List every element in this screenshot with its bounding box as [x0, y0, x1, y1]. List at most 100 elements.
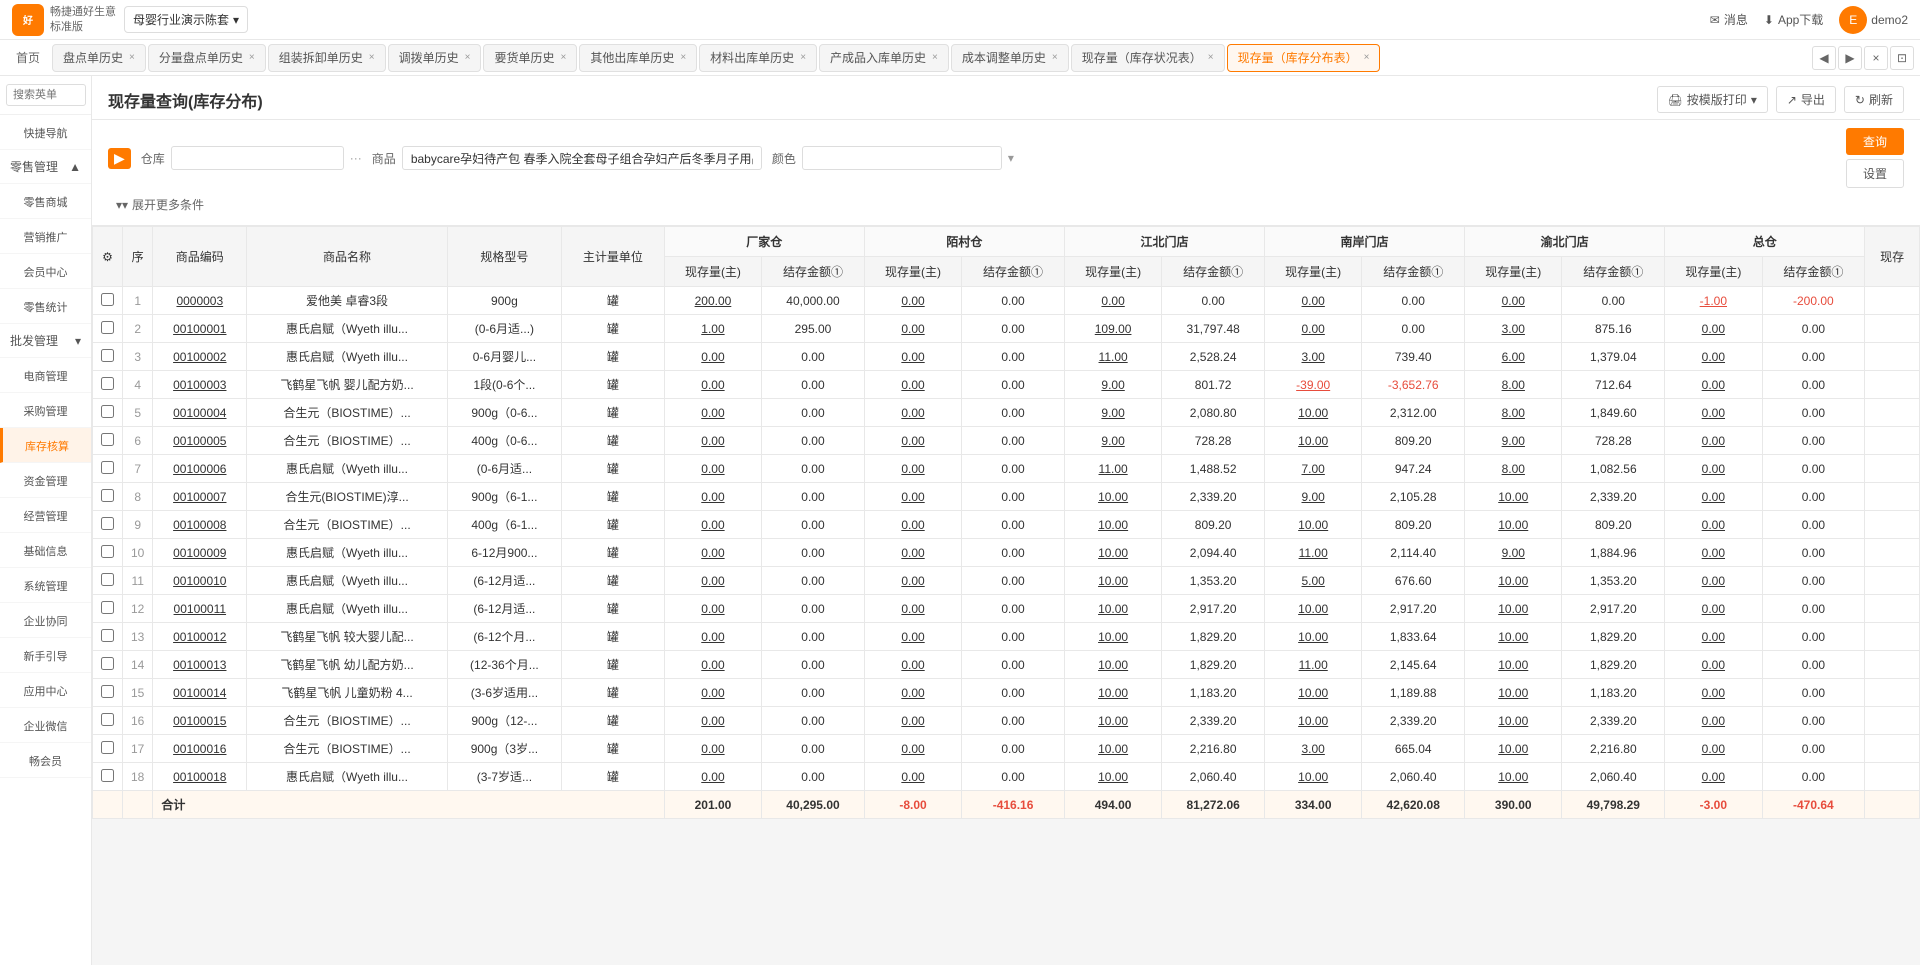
th-settings[interactable]: ⚙	[93, 227, 123, 287]
sidebar-item-appstore[interactable]: 应用中心	[0, 673, 91, 708]
cell-z-qty[interactable]: 0.00	[1665, 315, 1762, 343]
cell-f-qty[interactable]: 0.00	[664, 427, 761, 455]
cell-m-qty[interactable]: 0.00	[864, 427, 961, 455]
cell-m-qty[interactable]: 0.00	[864, 539, 961, 567]
cell-na-qty[interactable]: 7.00	[1265, 455, 1362, 483]
cell-na-qty[interactable]: 10.00	[1265, 763, 1362, 791]
tab-chanpin[interactable]: 产成品入库单历史 ×	[819, 44, 949, 72]
cell-jb-qty[interactable]: 11.00	[1064, 343, 1161, 371]
cell-yb-qty[interactable]: 10.00	[1465, 483, 1562, 511]
close-icon[interactable]: ×	[560, 52, 566, 63]
tab-chengben[interactable]: 成本调整单历史 ×	[951, 44, 1069, 72]
cell-jb-qty[interactable]: 10.00	[1064, 679, 1161, 707]
cell-na-qty[interactable]: 3.00	[1265, 343, 1362, 371]
tab-pandian[interactable]: 盘点单历史 ×	[52, 44, 146, 72]
cell-jb-qty[interactable]: 10.00	[1064, 511, 1161, 539]
tab-kucun-dist[interactable]: 现存量（库存分布表）×	[1227, 44, 1381, 72]
cell-z-qty[interactable]: 0.00	[1665, 511, 1762, 539]
cell-z-qty[interactable]: 0.00	[1665, 707, 1762, 735]
cell-check[interactable]	[93, 455, 123, 483]
sidebar-item-wholesale[interactable]: 批发管理 ▾	[0, 324, 91, 358]
cell-yb-qty[interactable]: 10.00	[1465, 595, 1562, 623]
cell-code[interactable]: 00100012	[153, 623, 247, 651]
cell-na-qty[interactable]: 11.00	[1265, 651, 1362, 679]
cell-z-qty[interactable]: 0.00	[1665, 539, 1762, 567]
tab-cailiao[interactable]: 材料出库单历史 ×	[699, 44, 817, 72]
cell-na-qty[interactable]: 0.00	[1265, 315, 1362, 343]
query-btn[interactable]: 查询	[1846, 128, 1904, 155]
sidebar-item-operation[interactable]: 经营管理	[0, 498, 91, 533]
cell-check[interactable]	[93, 651, 123, 679]
cell-na-qty[interactable]: 10.00	[1265, 427, 1362, 455]
close-icon[interactable]: ×	[369, 52, 375, 63]
cell-f-qty[interactable]: 0.00	[664, 455, 761, 483]
cell-check[interactable]	[93, 623, 123, 651]
cell-f-qty[interactable]: 0.00	[664, 707, 761, 735]
sidebar-item-purchase[interactable]: 采购管理	[0, 393, 91, 428]
sidebar-item-basic[interactable]: 基础信息	[0, 533, 91, 568]
cell-yb-qty[interactable]: 10.00	[1465, 623, 1562, 651]
cell-check[interactable]	[93, 483, 123, 511]
cell-check[interactable]	[93, 735, 123, 763]
close-icon[interactable]: ×	[1364, 52, 1370, 63]
sidebar-item-retail[interactable]: 零售管理 ▲	[0, 150, 91, 184]
cell-check[interactable]	[93, 511, 123, 539]
warehouse-input[interactable]	[171, 146, 344, 170]
cell-code[interactable]: 00100006	[153, 455, 247, 483]
cell-yb-qty[interactable]: 3.00	[1465, 315, 1562, 343]
cell-jb-qty[interactable]: 10.00	[1064, 707, 1161, 735]
cell-check[interactable]	[93, 679, 123, 707]
cell-na-qty[interactable]: 10.00	[1265, 399, 1362, 427]
cell-yb-qty[interactable]: 10.00	[1465, 511, 1562, 539]
tab-next-btn[interactable]: ▶	[1838, 46, 1862, 70]
close-icon[interactable]: ×	[465, 52, 471, 63]
expand-conditions-btn[interactable]: ▾▾ 展开更多条件	[108, 192, 1904, 217]
cell-f-qty[interactable]: 0.00	[664, 371, 761, 399]
sidebar-item-enterprise[interactable]: 企业协同	[0, 603, 91, 638]
cell-jb-qty[interactable]: 11.00	[1064, 455, 1161, 483]
cell-jb-qty[interactable]: 109.00	[1064, 315, 1161, 343]
tab-zuche[interactable]: 组装拆卸单历史 ×	[268, 44, 386, 72]
cell-f-qty[interactable]: 0.00	[664, 735, 761, 763]
cell-na-qty[interactable]: 10.00	[1265, 511, 1362, 539]
cell-z-qty[interactable]: 0.00	[1665, 427, 1762, 455]
cell-m-qty[interactable]: 0.00	[864, 399, 961, 427]
cell-code[interactable]: 00100005	[153, 427, 247, 455]
cell-yb-qty[interactable]: 9.00	[1465, 539, 1562, 567]
cell-m-qty[interactable]: 0.00	[864, 511, 961, 539]
sidebar-item-finance[interactable]: 资金管理	[0, 463, 91, 498]
cell-yb-qty[interactable]: 6.00	[1465, 343, 1562, 371]
collapse-btn[interactable]: ▶	[108, 148, 131, 169]
export-btn[interactable]: ↗ 导出	[1776, 86, 1836, 113]
industry-selector[interactable]: 母婴行业演示陈套 ▾	[124, 6, 248, 33]
tab-diaopai[interactable]: 调拨单历史 ×	[388, 44, 482, 72]
cell-jb-qty[interactable]: 10.00	[1064, 763, 1161, 791]
cell-jb-qty[interactable]: 9.00	[1064, 427, 1161, 455]
search-input[interactable]	[6, 84, 86, 106]
refresh-btn[interactable]: ↻ 刷新	[1844, 86, 1904, 113]
cell-f-qty[interactable]: 0.00	[664, 483, 761, 511]
close-icon[interactable]: ×	[800, 52, 806, 63]
close-icon[interactable]: ×	[1052, 52, 1058, 63]
cell-code[interactable]: 00100013	[153, 651, 247, 679]
cell-na-qty[interactable]: 5.00	[1265, 567, 1362, 595]
cell-na-qty[interactable]: 10.00	[1265, 595, 1362, 623]
cell-check[interactable]	[93, 539, 123, 567]
cell-m-qty[interactable]: 0.00	[864, 315, 961, 343]
cell-code[interactable]: 00100014	[153, 679, 247, 707]
cell-check[interactable]	[93, 707, 123, 735]
cell-jb-qty[interactable]: 10.00	[1064, 623, 1161, 651]
cell-jb-qty[interactable]: 10.00	[1064, 735, 1161, 763]
cell-m-qty[interactable]: 0.00	[864, 763, 961, 791]
user-profile[interactable]: E demo2	[1839, 6, 1908, 34]
sidebar-item-quick-nav[interactable]: 快捷导航	[0, 115, 91, 150]
cell-z-qty[interactable]: -1.00	[1665, 287, 1762, 315]
cell-z-qty[interactable]: 0.00	[1665, 623, 1762, 651]
tab-home[interactable]: 首页	[6, 44, 50, 72]
tab-qita[interactable]: 其他出库单历史 ×	[579, 44, 697, 72]
cell-jb-qty[interactable]: 10.00	[1064, 567, 1161, 595]
cell-m-qty[interactable]: 0.00	[864, 371, 961, 399]
cell-m-qty[interactable]: 0.00	[864, 651, 961, 679]
close-icon[interactable]: ×	[249, 52, 255, 63]
cell-check[interactable]	[93, 315, 123, 343]
